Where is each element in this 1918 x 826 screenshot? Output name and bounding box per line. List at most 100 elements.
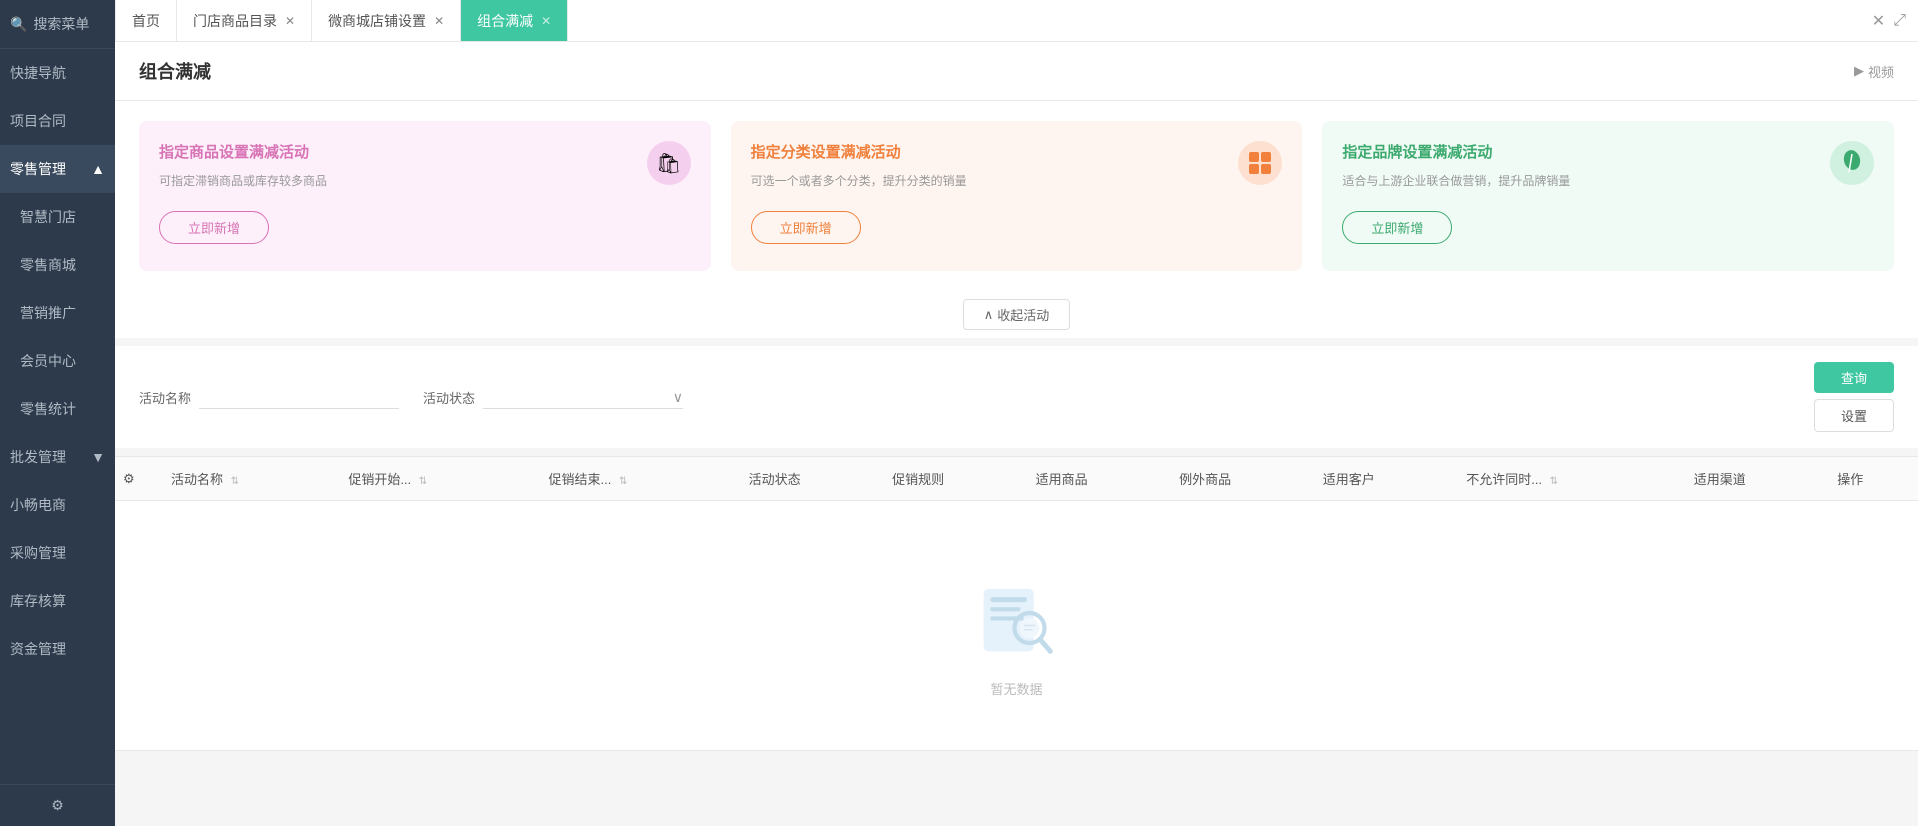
tab-wechat-store-label: 微商城店铺设置 (328, 11, 426, 31)
filter-actions: 查询 设置 (1814, 362, 1894, 432)
sidebar-search[interactable]: 🔍 搜索菜单 (0, 0, 115, 49)
card-category-add-button[interactable]: 立即新增 (751, 211, 861, 244)
card-product-desc: 可指定滞销商品或库存较多商品 (159, 172, 691, 191)
card-brand-add-button[interactable]: 立即新增 (1342, 211, 1452, 244)
tab-bar: 首页 门店商品目录 ✕ 微商城店铺设置 ✕ 组合满减 ✕ ✕ ⤢ (115, 0, 1918, 42)
th-promo-rule: 促销规则 (884, 457, 1028, 501)
sidebar-item-wholesale-mgmt[interactable]: 批发管理 ▼ (0, 433, 115, 481)
tab-combo-discount-label: 组合满减 (477, 11, 533, 31)
tab-wechat-store-close[interactable]: ✕ (434, 14, 444, 28)
th-activity-name[interactable]: 活动名称 ⇅ (163, 457, 340, 501)
sidebar-item-label: 零售统计 (20, 399, 76, 419)
table-header: ⚙ 活动名称 ⇅ 促销开始... ⇅ 促销结束... ⇅ (115, 457, 1918, 501)
empty-state: 暂无数据 (123, 513, 1910, 738)
th-settings[interactable]: ⚙ (115, 457, 163, 501)
sidebar-item-label: 采购管理 (10, 543, 66, 563)
th-applicable-customer: 适用客户 (1315, 457, 1459, 501)
close-window-icon[interactable]: ✕ (1872, 11, 1885, 31)
cards-row: 🛍 指定商品设置满减活动 可指定滞销商品或库存较多商品 立即新增 (139, 121, 1894, 271)
grid-icon (1247, 150, 1273, 176)
th-not-allow-concurrent-label: 不允许同时... (1466, 472, 1542, 487)
empty-state-row: 暂无数据 (115, 501, 1918, 751)
th-activity-status: 活动状态 (741, 457, 885, 501)
collapse-button[interactable]: ∧ 收起活动 (963, 299, 1071, 330)
query-button[interactable]: 查询 (1814, 362, 1894, 393)
sidebar-item-xiaochangec[interactable]: 小畅电商 (0, 481, 115, 529)
leaf-icon (1839, 150, 1865, 176)
tab-combo-discount[interactable]: 组合满减 ✕ (461, 0, 568, 41)
sidebar-item-quick-nav[interactable]: 快捷导航 (0, 49, 115, 97)
activity-status-wrapper: ∨ (483, 385, 683, 409)
page-content: 组合满减 ▶ 视频 🛍 指定商品设置满减活动 可指定滞销商品或库存较多商品 立即… (115, 42, 1918, 826)
sidebar-item-label: 项目合同 (10, 111, 66, 131)
sidebar-item-retail-stats[interactable]: 零售统计 (0, 385, 115, 433)
filter-activity-name: 活动名称 (139, 385, 399, 409)
empty-text: 暂无数据 (990, 679, 1042, 698)
th-not-allow-concurrent[interactable]: 不允许同时... ⇅ (1458, 457, 1686, 501)
empty-state-cell: 暂无数据 (115, 501, 1918, 751)
tab-home[interactable]: 首页 (115, 0, 177, 41)
card-product-add-button[interactable]: 立即新增 (159, 211, 269, 244)
sidebar-item-retail-mall[interactable]: 零售商城 (0, 241, 115, 289)
sidebar-item-marketing[interactable]: 营销推广 (0, 289, 115, 337)
sidebar-item-project-contract[interactable]: 项目合同 (0, 97, 115, 145)
main-area: 首页 门店商品目录 ✕ 微商城店铺设置 ✕ 组合满减 ✕ ✕ ⤢ 组合满减 ▶ … (115, 0, 1918, 826)
sidebar-item-label: 零售管理 (10, 159, 66, 179)
sidebar-item-label: 快捷导航 (10, 63, 66, 83)
collapse-bar: ∧ 收起活动 (115, 291, 1918, 338)
play-icon: ▶ (1854, 63, 1864, 79)
sidebar-item-inventory[interactable]: 库存核算 (0, 577, 115, 625)
th-applicable-goods: 适用商品 (1028, 457, 1172, 501)
activity-name-label: 活动名称 (139, 388, 191, 407)
table-section: ⚙ 活动名称 ⇅ 促销开始... ⇅ 促销结束... ⇅ (115, 456, 1918, 751)
th-promo-rule-label: 促销规则 (892, 472, 944, 487)
tab-home-label: 首页 (132, 11, 160, 31)
sidebar-item-label: 营销推广 (20, 303, 76, 323)
chevron-up-icon: ▲ (91, 161, 105, 177)
th-applicable-customer-label: 适用客户 (1323, 472, 1375, 487)
activity-name-input[interactable] (199, 385, 399, 409)
tab-combo-discount-close[interactable]: ✕ (541, 14, 551, 28)
activity-status-label: 活动状态 (423, 388, 475, 407)
sort-icon: ⇅ (419, 476, 427, 487)
sidebar-item-finance[interactable]: 资金管理 (0, 625, 115, 673)
card-category-desc: 可选一个或者多个分类，提升分类的销量 (751, 172, 1283, 191)
sort-icon: ⇅ (1550, 476, 1558, 487)
video-link[interactable]: ▶ 视频 (1854, 62, 1894, 81)
bag-icon: 🛍 (656, 151, 681, 176)
th-activity-status-label: 活动状态 (749, 472, 801, 487)
sidebar-item-member-center[interactable]: 会员中心 (0, 337, 115, 385)
search-icon: 🔍 (10, 16, 27, 33)
tab-store-catalog-label: 门店商品目录 (193, 11, 277, 31)
sidebar-search-label: 搜索菜单 (33, 14, 89, 34)
sidebar-item-purchase-mgmt[interactable]: 采购管理 (0, 529, 115, 577)
sidebar-item-label: 资金管理 (10, 639, 66, 659)
th-applicable-channel: 适用渠道 (1686, 457, 1830, 501)
tab-store-catalog-close[interactable]: ✕ (285, 14, 295, 28)
tab-store-catalog[interactable]: 门店商品目录 ✕ (177, 0, 312, 41)
sidebar-item-label: 智慧门店 (20, 207, 76, 227)
sidebar-settings[interactable]: ⚙ (0, 784, 115, 826)
settings-button[interactable]: 设置 (1814, 399, 1894, 432)
sidebar-item-smart-store[interactable]: 智慧门店 (0, 193, 115, 241)
sidebar-item-label: 会员中心 (20, 351, 76, 371)
maximize-icon[interactable]: ⤢ (1893, 12, 1906, 30)
th-promo-end[interactable]: 促销结束... ⇅ (540, 457, 740, 501)
filter-section: 活动名称 活动状态 ∨ 查询 设置 (115, 346, 1918, 448)
table-body: 暂无数据 (115, 501, 1918, 751)
sidebar-item-retail-management[interactable]: 零售管理 ▲ (0, 145, 115, 193)
th-applicable-channel-label: 适用渠道 (1694, 472, 1746, 487)
table-header-row: ⚙ 活动名称 ⇅ 促销开始... ⇅ 促销结束... ⇅ (115, 457, 1918, 501)
card-product-icon: 🛍 (647, 141, 691, 185)
th-excluded-goods: 例外商品 (1171, 457, 1315, 501)
card-category-discount: 指定分类设置满减活动 可选一个或者多个分类，提升分类的销量 立即新增 (731, 121, 1303, 271)
card-brand-title: 指定品牌设置满减活动 (1342, 141, 1874, 162)
gear-icon: ⚙ (51, 797, 64, 814)
th-operation-label: 操作 (1837, 472, 1863, 487)
th-applicable-goods-label: 适用商品 (1036, 472, 1088, 487)
activity-status-select[interactable] (483, 385, 683, 409)
empty-illustration (967, 573, 1067, 663)
th-promo-start[interactable]: 促销开始... ⇅ (340, 457, 540, 501)
th-promo-end-label: 促销结束... (548, 472, 611, 487)
tab-wechat-store-settings[interactable]: 微商城店铺设置 ✕ (312, 0, 461, 41)
